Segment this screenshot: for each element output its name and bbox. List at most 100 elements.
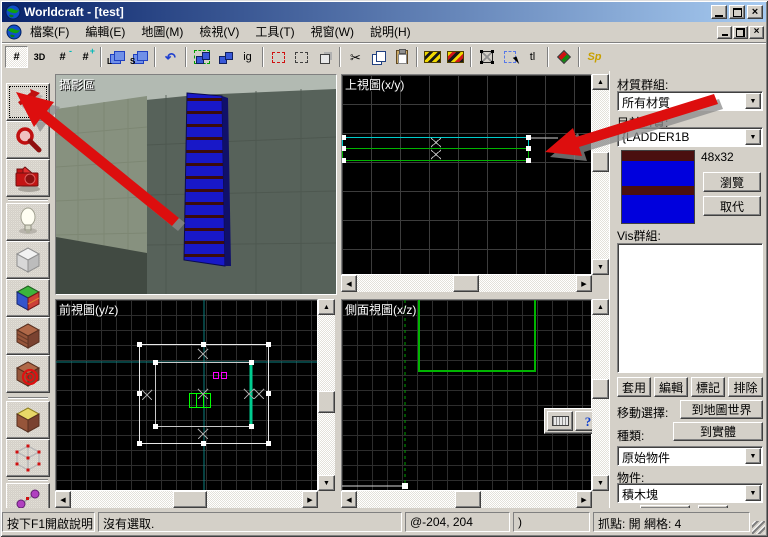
paste-button[interactable] [390, 46, 413, 68]
scroll-up-button[interactable]: ▲ [318, 299, 335, 315]
replace-button[interactable]: 取代 [703, 196, 761, 216]
chevron-down-icon[interactable]: ▼ [745, 129, 761, 145]
scroll-right-button[interactable]: ▶ [302, 491, 318, 508]
camera-viewport[interactable]: 攝影區 [55, 74, 337, 295]
front-view-horizontal-scrollbar[interactable]: ◀ ▶ [55, 491, 318, 508]
select-box-button[interactable] [475, 46, 498, 68]
minimize-button[interactable] [711, 5, 727, 19]
render-mode-button[interactable] [552, 46, 575, 68]
toggle-3d-grid-button[interactable]: 3D [28, 46, 51, 68]
scroll-left-button[interactable]: ◀ [341, 491, 357, 508]
clipping-tool-button[interactable] [6, 401, 50, 439]
top-viewport[interactable]: 上視圖(x/y) [341, 74, 592, 275]
scroll-left-button[interactable]: ◀ [55, 491, 71, 508]
toggle-grid-button[interactable]: # [5, 46, 28, 68]
chevron-down-icon[interactable]: ▼ [745, 448, 761, 464]
apply-texture-tool-button[interactable] [6, 317, 50, 355]
cut-button[interactable]: ✂ [344, 46, 367, 68]
scroll-down-button[interactable]: ▼ [592, 475, 609, 491]
texture-sidebar: 材質群組: 所有材質 ▼ 目前材質: {LADDER1B ▼ 48x32 瀏覽 … [609, 71, 766, 508]
toolbar-separator [416, 47, 418, 67]
scrollbar-thumb[interactable] [318, 391, 335, 413]
maximize-button[interactable] [729, 5, 745, 19]
mdi-minimize-button[interactable] [717, 25, 732, 39]
menu-tools[interactable]: 工具(T) [247, 21, 302, 43]
run-map-button[interactable]: Sp [583, 46, 606, 68]
group-button[interactable] [190, 46, 213, 68]
vertex-tool-button[interactable] [6, 439, 50, 477]
carve-button[interactable] [421, 46, 444, 68]
scrollbar-thumb[interactable] [592, 152, 609, 172]
camera-tool-button[interactable] [6, 159, 50, 197]
resize-grip[interactable] [752, 521, 765, 534]
top-view-horizontal-scrollbar[interactable]: ◀ ▶ [341, 275, 592, 292]
vis-edit-button[interactable]: 編輯 [654, 377, 688, 397]
undo-button[interactable]: ↶ [159, 46, 182, 68]
entity-tool-button[interactable] [6, 203, 50, 241]
decal-tool-button[interactable] [6, 355, 50, 393]
selection-tool-button[interactable] [6, 83, 50, 121]
scroll-right-button[interactable]: ▶ [576, 275, 592, 292]
larger-grid-button[interactable]: # + [74, 46, 97, 68]
scrollbar-thumb[interactable] [455, 491, 481, 508]
chevron-down-icon[interactable]: ▼ [745, 93, 761, 109]
scroll-down-button[interactable]: ▼ [592, 259, 609, 275]
scrollbar-thumb[interactable] [453, 275, 479, 292]
texture-group-combo[interactable]: 所有材質 ▼ [617, 91, 763, 111]
front-viewport[interactable]: 前視圖(y/z) [55, 299, 318, 491]
block-tool-button[interactable] [6, 241, 50, 279]
keyboard-shortcuts-button[interactable] [547, 411, 573, 431]
vis-mark-button[interactable]: 標記 [691, 377, 725, 397]
smaller-grid-button[interactable]: # - [51, 46, 74, 68]
scrollbar-thumb[interactable] [173, 491, 207, 508]
show-all-button[interactable] [313, 46, 336, 68]
menu-file[interactable]: 檔案(F) [22, 21, 77, 43]
ignore-groups-button[interactable]: ig [236, 46, 259, 68]
scroll-down-button[interactable]: ▼ [318, 475, 335, 491]
menu-help[interactable]: 說明(H) [362, 21, 419, 43]
hide-selected-button[interactable] [267, 46, 290, 68]
scroll-up-button[interactable]: ▲ [592, 299, 609, 315]
texture-lock-button[interactable]: tl [521, 46, 544, 68]
chevron-down-icon[interactable]: ▼ [745, 485, 761, 501]
menu-map[interactable]: 地圖(M) [133, 21, 191, 43]
close-button[interactable]: × [747, 5, 763, 19]
save-window-state-button[interactable]: S [128, 46, 151, 68]
hide-unselected-button[interactable] [290, 46, 313, 68]
app-icon [5, 4, 21, 20]
objects-combo[interactable]: 積木塊 ▼ [617, 483, 763, 503]
mdi-close-button[interactable]: × [749, 25, 764, 39]
vis-exclude-button[interactable]: 排除 [728, 377, 763, 397]
toggle-textures-tool-button[interactable] [6, 279, 50, 317]
side-view-horizontal-scrollbar[interactable]: ◀ ▶ [341, 491, 592, 508]
brick-cube-icon [15, 323, 41, 349]
browse-button[interactable]: 瀏覽 [703, 172, 761, 192]
to-world-button[interactable]: 到地圖世界 [680, 400, 763, 419]
menu-window[interactable]: 視窗(W) [303, 21, 362, 43]
top-view-vertical-scrollbar[interactable]: ▲ ▼ [592, 74, 609, 275]
side-viewport[interactable]: 側面視圖(x/z) ? ▲ ▼ [341, 299, 617, 491]
scroll-right-button[interactable]: ▶ [576, 491, 592, 508]
keyboard-icon [551, 416, 569, 426]
category-combo[interactable]: 原始物件 ▼ [617, 446, 763, 466]
vis-apply-button[interactable]: 套用 [617, 377, 651, 397]
to-entity-button[interactable]: 到實體 [673, 422, 763, 441]
mdi-restore-button[interactable] [733, 25, 748, 39]
menu-view[interactable]: 檢視(V) [191, 21, 247, 43]
side-view-vertical-scrollbar[interactable]: ▲ ▼ [592, 299, 609, 491]
copy-button[interactable] [367, 46, 390, 68]
texture-preview[interactable] [621, 150, 695, 224]
current-texture-combo[interactable]: {LADDER1B ▼ [617, 127, 763, 147]
deselect-button[interactable] [498, 46, 521, 68]
make-hollow-button[interactable] [444, 46, 467, 68]
load-window-state-button[interactable]: L [105, 46, 128, 68]
scroll-up-button[interactable]: ▲ [592, 74, 609, 90]
ungroup-button[interactable] [213, 46, 236, 68]
magnify-tool-button[interactable] [6, 121, 50, 159]
menu-edit[interactable]: 編輯(E) [77, 21, 133, 43]
scrollbar-thumb[interactable] [592, 379, 609, 399]
front-view-vertical-scrollbar[interactable]: ▲ ▼ [318, 299, 335, 491]
scroll-left-button[interactable]: ◀ [341, 275, 357, 292]
path-tool-button[interactable] [6, 483, 50, 508]
vis-groups-list[interactable] [617, 243, 763, 373]
